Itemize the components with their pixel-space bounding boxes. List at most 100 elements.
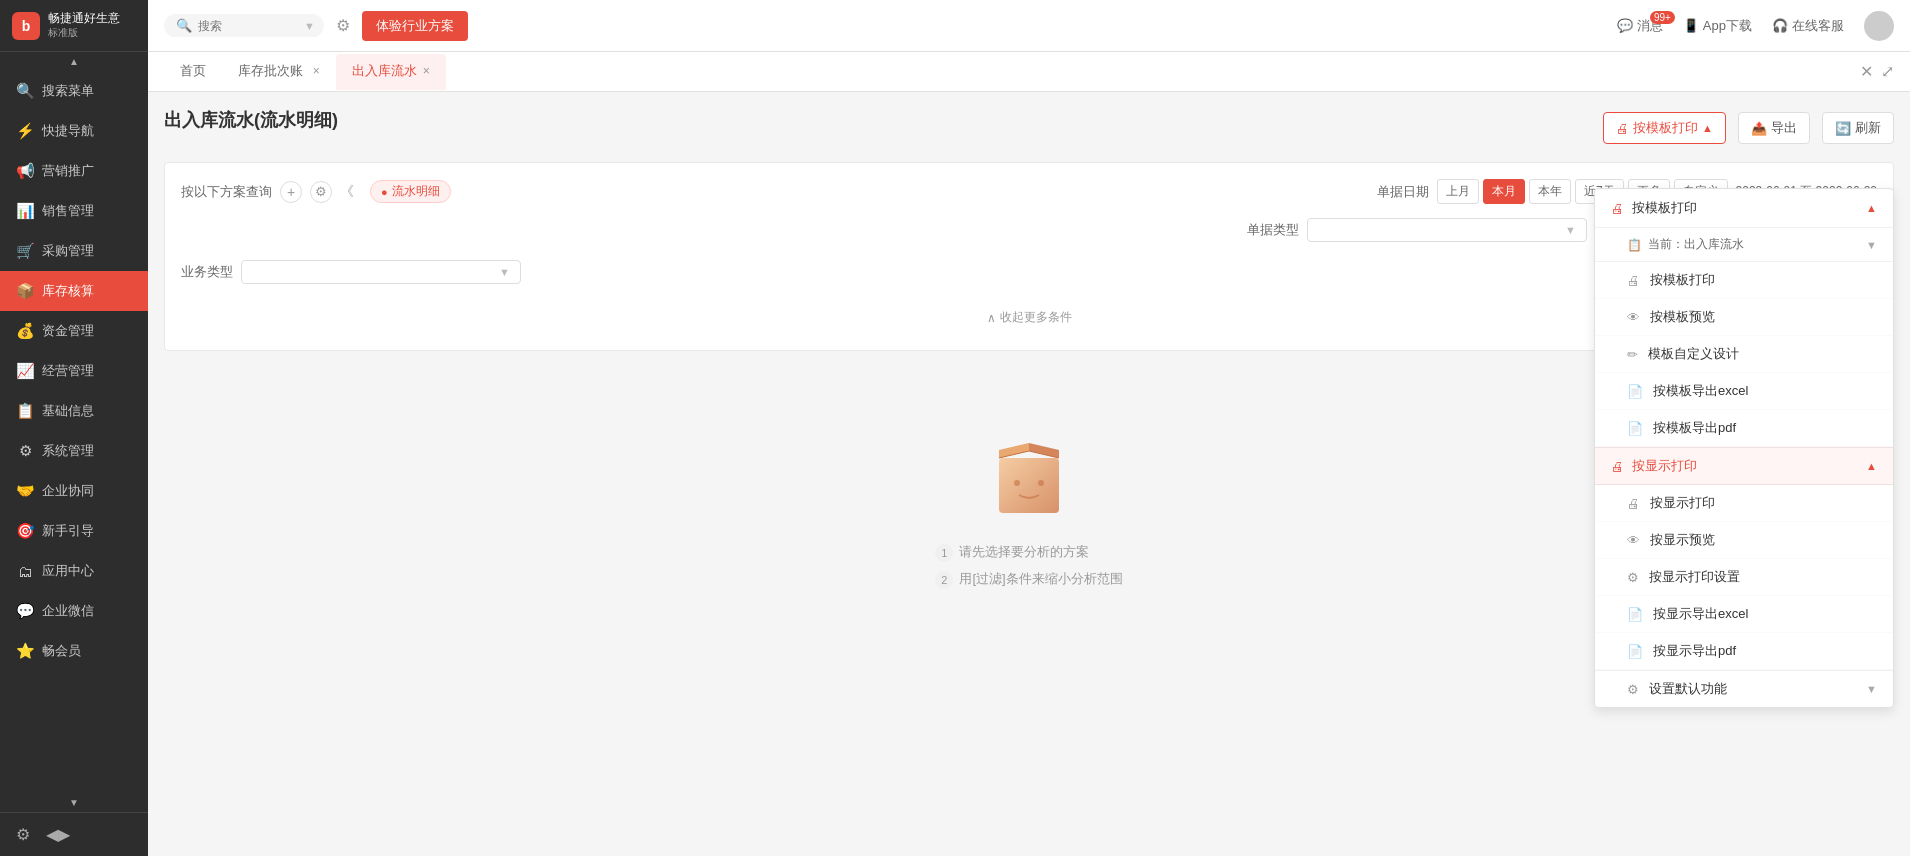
refresh-button[interactable]: 🔄 刷新 bbox=[1822, 112, 1894, 144]
refresh-icon: 🔄 bbox=[1835, 121, 1851, 136]
sidebar-item-system[interactable]: ⚙ 系统管理 bbox=[0, 431, 148, 471]
message-item[interactable]: 💬 消息 99+ bbox=[1617, 17, 1663, 35]
guide-icon: 🎯 bbox=[16, 522, 34, 540]
topbar-search[interactable]: 🔍 ▼ bbox=[164, 14, 324, 37]
tab-inout-flow[interactable]: 出入库流水 × bbox=[336, 54, 446, 90]
doc-type-label: 单据类型 bbox=[1247, 221, 1299, 239]
add-filter-button[interactable]: + bbox=[280, 181, 302, 203]
set-default-label: 设置默认功能 bbox=[1649, 680, 1727, 698]
scroll-down-btn[interactable]: ▼ bbox=[0, 793, 148, 812]
search-icon: 🔍 bbox=[16, 82, 34, 100]
doc-type-select[interactable]: ▼ bbox=[1307, 218, 1587, 242]
template-custom-label: 模板自定义设计 bbox=[1648, 345, 1739, 363]
template-print-item[interactable]: 🖨 按模板打印 bbox=[1595, 262, 1893, 299]
dropdown-arrow-icon: ▼ bbox=[304, 20, 315, 32]
sidebar-item-app-center[interactable]: 🗂 应用中心 bbox=[0, 551, 148, 591]
collapse-more-label: 收起更多条件 bbox=[1000, 309, 1072, 326]
user-avatar[interactable] bbox=[1864, 11, 1894, 41]
sidebar-item-label: 基础信息 bbox=[42, 402, 94, 420]
page-toolbar: 🖨 按模板打印 ▲ 📤 导出 🔄 刷新 bbox=[1603, 112, 1894, 144]
sales-icon: 📊 bbox=[16, 202, 34, 220]
sidebar: b 畅捷通好生意 标准版 ▲ 🔍 搜索菜单 ⚡ 快捷导航 📢 营销推广 📊 销售… bbox=[0, 0, 148, 856]
operation-icon: 📈 bbox=[16, 362, 34, 380]
date-btn-this-month[interactable]: 本月 bbox=[1483, 179, 1525, 204]
sidebar-item-cooperation[interactable]: 🤝 企业协同 bbox=[0, 471, 148, 511]
template-export-pdf-item[interactable]: 📄 按模板导出pdf bbox=[1595, 410, 1893, 447]
svg-rect-0 bbox=[999, 458, 1059, 513]
dropdown-chevron-up: ▲ bbox=[1866, 202, 1877, 214]
template-preview-item[interactable]: 👁 按模板预览 bbox=[1595, 299, 1893, 336]
display-print-section-header[interactable]: 🖨 按显示打印 ▲ bbox=[1595, 447, 1893, 485]
display-settings-item[interactable]: ⚙ 按显示打印设置 bbox=[1595, 559, 1893, 596]
set-default-item[interactable]: ⚙ 设置默认功能 ▼ bbox=[1595, 670, 1893, 707]
app-download-item[interactable]: 📱 App下载 bbox=[1683, 17, 1752, 35]
sidebar-item-search[interactable]: 🔍 搜索菜单 bbox=[0, 71, 148, 111]
sidebar-item-member[interactable]: ⭐ 畅会员 bbox=[0, 631, 148, 671]
sidebar-item-inventory[interactable]: 📦 库存核算 bbox=[0, 271, 148, 311]
tab-batch-account-close[interactable]: × bbox=[313, 64, 320, 78]
display-pdf-icon: 📄 bbox=[1627, 644, 1643, 659]
template-preview-icon: 👁 bbox=[1627, 310, 1640, 325]
tab-expand-icon[interactable]: ⤢ bbox=[1881, 62, 1894, 81]
date-label: 单据日期 bbox=[1377, 183, 1429, 201]
sidebar-item-label: 营销推广 bbox=[42, 162, 94, 180]
sidebar-item-marketing[interactable]: 📢 营销推广 bbox=[0, 151, 148, 191]
template-export-excel-item[interactable]: 📄 按模板导出excel bbox=[1595, 373, 1893, 410]
business-type-select[interactable]: ▼ bbox=[241, 260, 521, 284]
print-dropdown-current[interactable]: 📋 当前：出入库流水 ▼ bbox=[1595, 228, 1893, 262]
sidebar-item-label: 企业协同 bbox=[42, 482, 94, 500]
export-button[interactable]: 📤 导出 bbox=[1738, 112, 1810, 144]
filter-collapse-button[interactable]: 《 bbox=[340, 183, 354, 201]
display-export-excel-item[interactable]: 📄 按显示导出excel bbox=[1595, 596, 1893, 633]
template-custom-item[interactable]: ✏ 模板自定义设计 bbox=[1595, 336, 1893, 373]
doc-type-arrow: ▼ bbox=[1565, 224, 1576, 236]
trial-button[interactable]: 体验行业方案 bbox=[362, 11, 468, 41]
online-service-item[interactable]: 🎧 在线客服 bbox=[1772, 17, 1844, 35]
display-excel-icon: 📄 bbox=[1627, 607, 1643, 622]
headset-icon: 🎧 bbox=[1772, 18, 1788, 33]
footer-chevron-down: ▼ bbox=[1866, 683, 1877, 695]
settings-icon[interactable]: ⚙ bbox=[16, 825, 30, 844]
display-print-item[interactable]: 🖨 按显示打印 bbox=[1595, 485, 1893, 522]
active-filter-tag[interactable]: ● 流水明细 bbox=[370, 180, 451, 203]
sidebar-item-label: 应用中心 bbox=[42, 562, 94, 580]
step-1-text: 请先选择要分析的方案 bbox=[959, 543, 1089, 561]
display-export-pdf-item[interactable]: 📄 按显示导出pdf bbox=[1595, 633, 1893, 670]
sidebar-item-wechat[interactable]: 💬 企业微信 bbox=[0, 591, 148, 631]
export-icon: 📤 bbox=[1751, 121, 1767, 136]
current-template-label: 当前：出入库流水 bbox=[1648, 236, 1744, 253]
sidebar-item-label: 销售管理 bbox=[42, 202, 94, 220]
sidebar-item-finance[interactable]: 💰 资金管理 bbox=[0, 311, 148, 351]
sidebar-item-quick-nav[interactable]: ⚡ 快捷导航 bbox=[0, 111, 148, 151]
sidebar-item-guide[interactable]: 🎯 新手引导 bbox=[0, 511, 148, 551]
filter-settings-button[interactable]: ⚙ bbox=[310, 181, 332, 203]
sidebar-item-label: 畅会员 bbox=[42, 642, 81, 660]
print-dropdown-header[interactable]: 🖨 按模板打印 ▲ bbox=[1595, 189, 1893, 228]
search-input[interactable] bbox=[198, 19, 298, 33]
display-settings-label: 按显示打印设置 bbox=[1649, 568, 1740, 586]
sidebar-item-purchase[interactable]: 🛒 采购管理 bbox=[0, 231, 148, 271]
date-btn-last-month[interactable]: 上月 bbox=[1437, 179, 1479, 204]
scroll-up-btn[interactable]: ▲ bbox=[0, 52, 148, 71]
business-type-group: 业务类型 ▼ bbox=[181, 260, 521, 284]
empty-steps-list: 1 请先选择要分析的方案 2 用[过滤]条件来缩小分析范围 bbox=[935, 543, 1122, 597]
tab-inout-flow-close[interactable]: × bbox=[423, 64, 430, 78]
tab-close-all-icon[interactable]: ✕ bbox=[1860, 62, 1873, 81]
sidebar-item-sales[interactable]: 📊 销售管理 bbox=[0, 191, 148, 231]
print-dropdown-panel: 🖨 按模板打印 ▲ 📋 当前：出入库流水 ▼ 🖨 按模板打印 👁 按模板预览 bbox=[1594, 188, 1894, 708]
display-preview-item[interactable]: 👁 按显示预览 bbox=[1595, 522, 1893, 559]
topbar-gear-icon[interactable]: ⚙ bbox=[336, 16, 350, 35]
logo-icon: b bbox=[12, 12, 40, 40]
phone-icon: 📱 bbox=[1683, 18, 1699, 33]
collapse-sidebar-icon[interactable]: ◀▶ bbox=[46, 825, 70, 844]
display-settings-icon: ⚙ bbox=[1627, 570, 1639, 585]
sidebar-item-basic[interactable]: 📋 基础信息 bbox=[0, 391, 148, 431]
set-default-icon: ⚙ bbox=[1627, 682, 1639, 697]
tab-batch-account[interactable]: 库存批次账 × bbox=[222, 54, 336, 90]
print-template-button[interactable]: 🖨 按模板打印 ▲ bbox=[1603, 112, 1726, 144]
tab-home[interactable]: 首页 bbox=[164, 54, 222, 90]
sidebar-item-operation[interactable]: 📈 经营管理 bbox=[0, 351, 148, 391]
date-btn-this-year[interactable]: 本年 bbox=[1529, 179, 1571, 204]
template-pdf-icon: 📄 bbox=[1627, 421, 1643, 436]
business-type-label: 业务类型 bbox=[181, 263, 233, 281]
